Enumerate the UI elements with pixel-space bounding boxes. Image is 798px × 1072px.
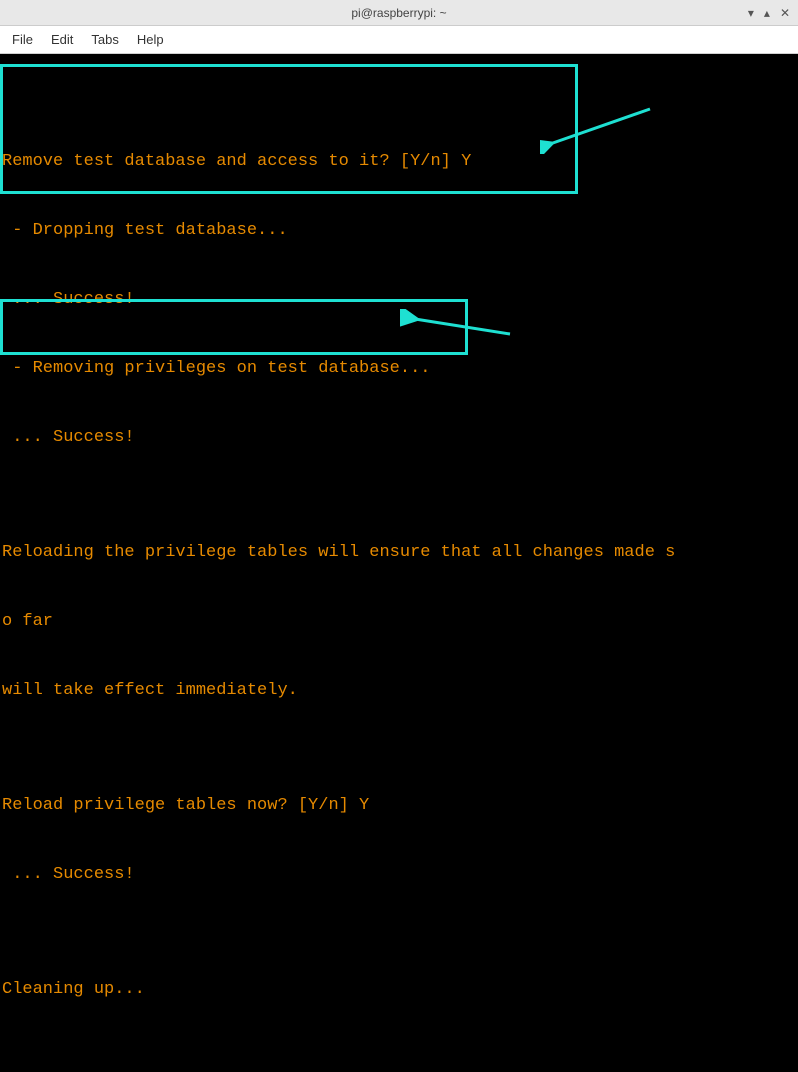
close-button[interactable]: ✕	[780, 6, 790, 20]
terminal-line: Reload privilege tables now? [Y/n] Y	[2, 794, 796, 817]
terminal-line: - Dropping test database...	[2, 219, 796, 242]
menu-file[interactable]: File	[12, 32, 33, 47]
terminal-line: ... Success!	[2, 863, 796, 886]
maximize-button[interactable]: ▴	[764, 6, 770, 20]
terminal-line: - Removing privileges on test database..…	[2, 357, 796, 380]
minimize-button[interactable]: ▾	[748, 6, 754, 20]
terminal-line: Reloading the privilege tables will ensu…	[2, 541, 796, 564]
window-controls: ▾ ▴ ✕	[748, 0, 790, 25]
terminal-output[interactable]: Remove test database and access to it? […	[0, 54, 798, 536]
terminal-line: ... Success!	[2, 426, 796, 449]
terminal-line: Remove test database and access to it? […	[2, 150, 796, 173]
menu-edit[interactable]: Edit	[51, 32, 73, 47]
annotation-highlight-box	[0, 64, 578, 194]
terminal-line: Cleaning up...	[2, 978, 796, 1001]
window-title: pi@raspberrypi: ~	[351, 6, 446, 20]
window-titlebar: pi@raspberrypi: ~ ▾ ▴ ✕	[0, 0, 798, 26]
menu-help[interactable]: Help	[137, 32, 164, 47]
annotation-arrow-icon	[400, 309, 520, 339]
terminal-line: will take effect immediately.	[2, 679, 796, 702]
menubar: File Edit Tabs Help	[0, 26, 798, 54]
menu-tabs[interactable]: Tabs	[91, 32, 118, 47]
terminal-line: ... Success!	[2, 288, 796, 311]
annotation-arrow-icon	[540, 104, 660, 154]
terminal-line: o far	[2, 610, 796, 633]
